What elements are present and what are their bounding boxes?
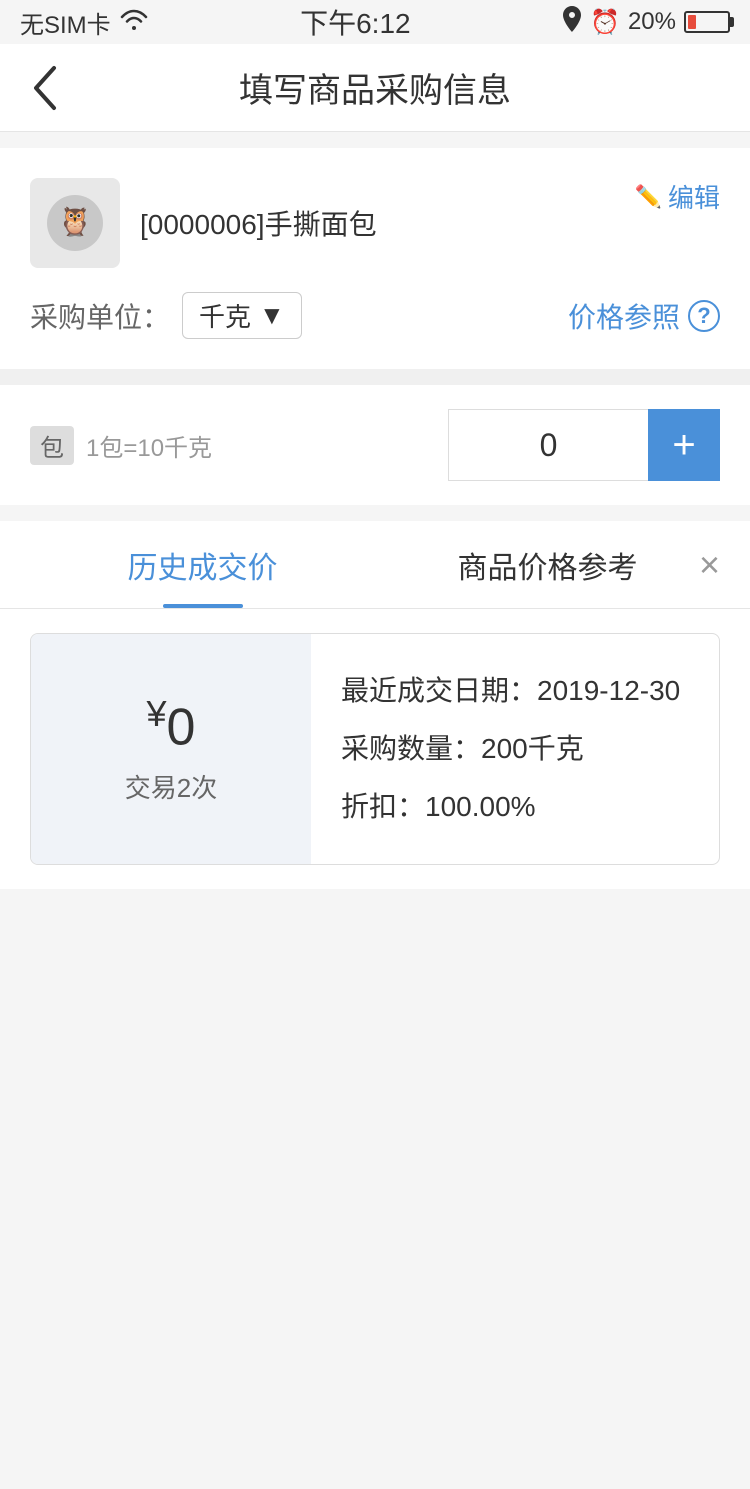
currency-symbol: ¥ xyxy=(147,693,167,734)
discount-value: 100.00% xyxy=(425,791,536,822)
tab-history-price[interactable]: 历史成交价 xyxy=(30,521,375,608)
status-time: 下午6:12 xyxy=(300,2,411,42)
status-bar: 无SIM卡 下午6:12 ⏰ 20% xyxy=(0,0,750,44)
quantity-input[interactable] xyxy=(448,409,648,481)
tab-history-label: 历史成交价 xyxy=(128,543,278,587)
location-icon xyxy=(562,6,582,39)
quantity-section: 包 1包=10千克 + xyxy=(0,385,750,505)
main-content xyxy=(0,889,750,1489)
quantity-plus-button[interactable]: + xyxy=(648,409,720,481)
edit-button[interactable]: ✏️ 编辑 xyxy=(635,178,720,215)
tab-active-indicator xyxy=(163,604,243,608)
recent-date-row: 最近成交日期：2019-12-30 xyxy=(341,670,689,712)
price-amount: ¥0 xyxy=(147,693,196,757)
nav-bar: 填写商品采购信息 xyxy=(0,44,750,132)
edit-label: 编辑 xyxy=(668,178,720,215)
product-header: 🦉 [0000006]手撕面包 ✏️ 编辑 xyxy=(30,178,720,268)
discount-row: 折扣：100.00% xyxy=(341,786,689,828)
tab-price-reference[interactable]: 商品价格参考 xyxy=(375,521,720,608)
tab-reference-label: 商品价格参考 xyxy=(458,543,638,587)
page-title: 填写商品采购信息 xyxy=(239,63,511,112)
purchase-qty-value: 200千克 xyxy=(481,733,584,764)
carrier-text: 无SIM卡 xyxy=(20,5,111,40)
alarm-icon: ⏰ xyxy=(590,8,620,37)
product-name: [0000006]手撕面包 xyxy=(140,203,377,243)
status-right: ⏰ 20% xyxy=(562,6,730,39)
product-footer: 采购单位： 千克 ▼ 价格参照 ? xyxy=(30,292,720,339)
discount-label: 折扣： xyxy=(341,791,425,822)
purchase-qty-label: 采购数量： xyxy=(341,733,481,764)
card-container: ¥0 交易2次 最近成交日期：2019-12-30 采购数量：200千克 折扣：… xyxy=(0,609,750,889)
price-reference-button[interactable]: 价格参照 ? xyxy=(568,296,720,336)
unit-select[interactable]: 千克 ▼ xyxy=(182,292,302,339)
card-right: 最近成交日期：2019-12-30 采购数量：200千克 折扣：100.00% xyxy=(311,634,719,864)
battery-percent: 20% xyxy=(628,8,676,36)
unit-conversion: 1包=10千克 xyxy=(86,428,212,463)
quantity-control: + xyxy=(448,409,720,481)
wifi-icon xyxy=(119,8,149,37)
recent-date-value: 2019-12-30 xyxy=(537,675,680,706)
svg-text:🦉: 🦉 xyxy=(58,206,93,238)
tabs-section: 历史成交价 商品价格参考 × ¥0 交易2次 最近成交日期：2019-12-30… xyxy=(0,521,750,889)
product-left: 🦉 [0000006]手撕面包 xyxy=(30,178,377,268)
status-left: 无SIM卡 xyxy=(20,5,149,40)
tabs-header: 历史成交价 商品价格参考 × xyxy=(0,521,750,609)
card-left: ¥0 交易2次 xyxy=(31,634,311,864)
help-icon: ? xyxy=(688,300,720,332)
price-card: ¥0 交易2次 最近成交日期：2019-12-30 采购数量：200千克 折扣：… xyxy=(30,633,720,865)
close-button[interactable]: × xyxy=(699,547,720,583)
price-ref-label: 价格参照 xyxy=(568,296,680,336)
back-button[interactable] xyxy=(30,64,58,112)
unit-label: 采购单位： xyxy=(30,296,170,336)
battery-icon xyxy=(684,11,730,33)
quantity-label: 包 1包=10千克 xyxy=(30,426,212,465)
unit-dropdown-icon: ▼ xyxy=(259,300,285,331)
product-section: 🦉 [0000006]手撕面包 ✏️ 编辑 采购单位： 千克 ▼ 价格参照 ? xyxy=(0,148,750,369)
unit-badge: 包 xyxy=(30,426,74,465)
section-divider xyxy=(0,369,750,385)
price-value: 0 xyxy=(167,699,196,757)
recent-date-label: 最近成交日期： xyxy=(341,675,537,706)
product-thumbnail: 🦉 xyxy=(30,178,120,268)
trade-count: 交易2次 xyxy=(125,768,217,805)
edit-icon: ✏️ xyxy=(635,184,662,210)
unit-value: 千克 xyxy=(199,297,251,334)
unit-row: 采购单位： 千克 ▼ xyxy=(30,292,302,339)
quantity-row: 采购数量：200千克 xyxy=(341,728,689,770)
